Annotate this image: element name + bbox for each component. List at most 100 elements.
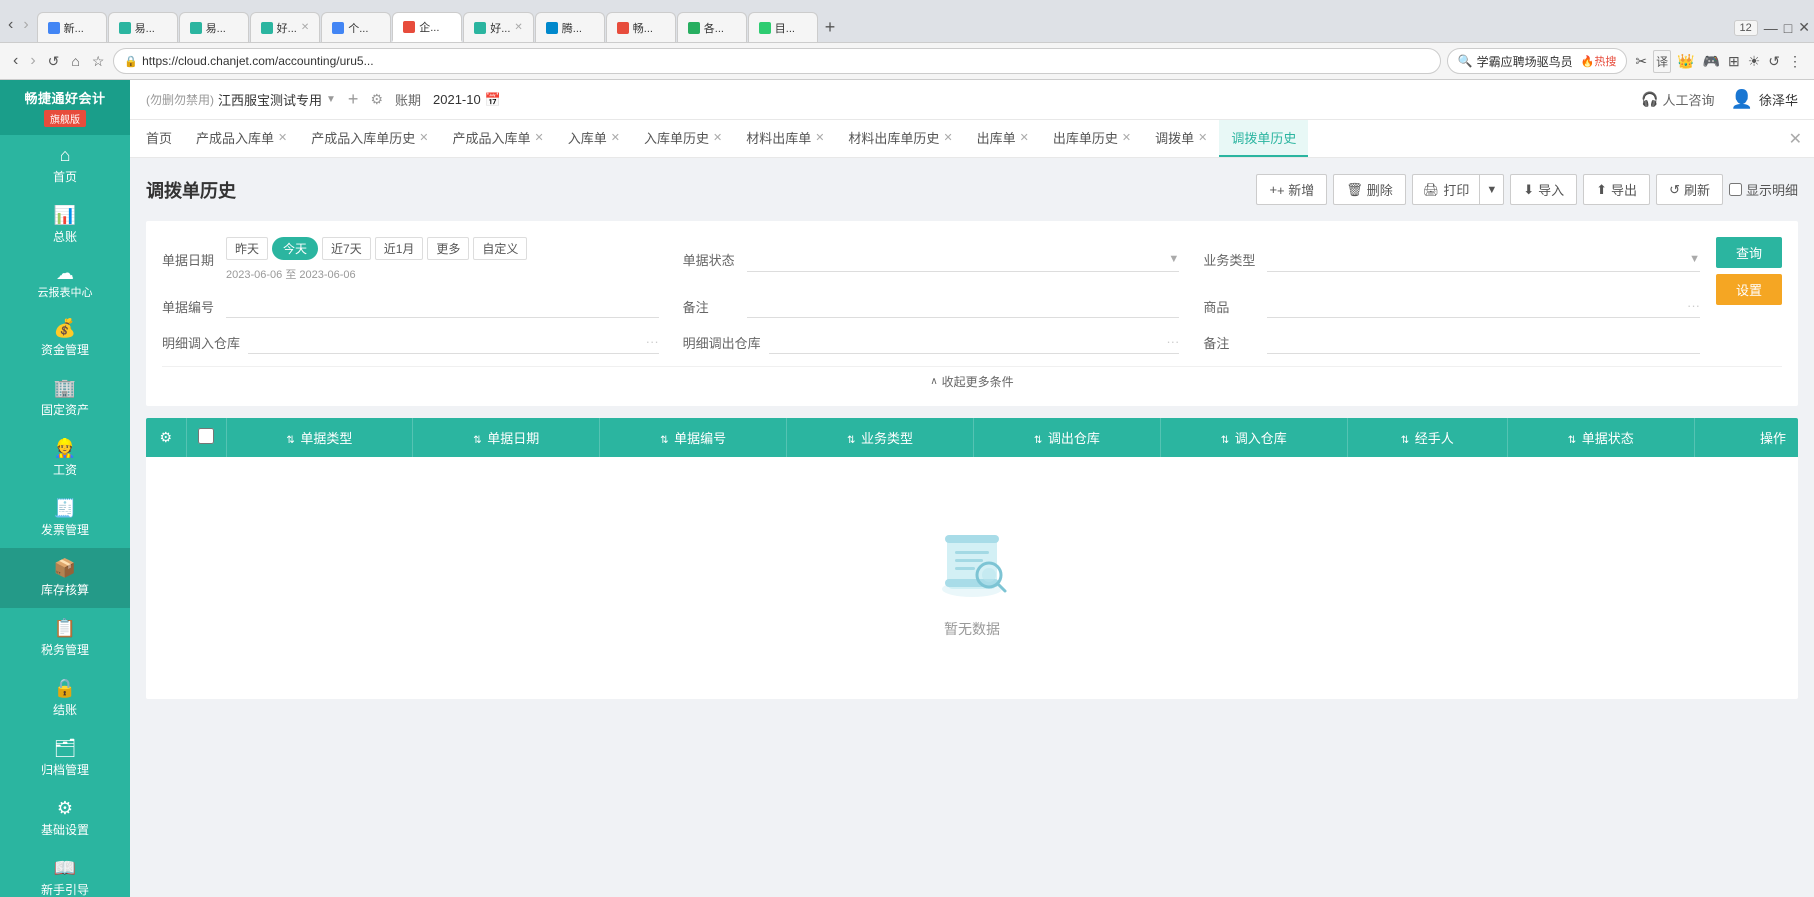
more-icon[interactable]: ⋮ (1786, 51, 1804, 72)
tab-close-out-order[interactable]: ✕ (1020, 131, 1029, 144)
tab-material-out[interactable]: 材料出库单 ✕ (734, 120, 836, 157)
remark-input[interactable] (747, 294, 1180, 318)
browser-tab-1[interactable]: 新... (37, 12, 107, 42)
sidebar-item-salary[interactable]: 👷 工资 (0, 428, 130, 488)
grid-icon[interactable]: ⊞ (1726, 51, 1742, 72)
warehouse-in-more-icon[interactable]: ··· (646, 334, 659, 349)
tab-out-history[interactable]: 出库单历史 ✕ (1041, 120, 1143, 157)
import-button[interactable]: ⬇ 导入 (1510, 174, 1577, 205)
date-1month-button[interactable]: 近1月 (375, 237, 424, 260)
tab-transfer[interactable]: 调拨单 ✕ (1143, 120, 1219, 157)
browser-tab-11[interactable]: 目... (748, 12, 818, 42)
theme-icon[interactable]: ☀ (1746, 51, 1763, 72)
back-button[interactable]: ‹ (4, 14, 17, 36)
tab-product-in[interactable]: 产成品入库单 ✕ (184, 120, 299, 157)
tab-close-transfer[interactable]: ✕ (1198, 131, 1207, 144)
warehouse-in-input[interactable] (248, 330, 646, 353)
th-no[interactable]: ⇅ 单据编号 (600, 418, 787, 457)
tab-close-product-in-history[interactable]: ✕ (419, 131, 428, 144)
date-7days-button[interactable]: 近7天 (322, 237, 371, 260)
browser-tab-5[interactable]: 个... (321, 12, 391, 42)
browser-tab-3[interactable]: 易... (179, 12, 249, 42)
tab-close-in-history[interactable]: ✕ (713, 131, 722, 144)
extension-icon-1[interactable]: 👑 (1675, 51, 1696, 72)
sidebar-item-home[interactable]: ⌂ 首页 (0, 135, 130, 195)
th-biztype[interactable]: ⇅ 业务类型 (787, 418, 974, 457)
display-detail-checkbox[interactable] (1729, 183, 1742, 196)
sidebar-item-capital[interactable]: 💰 资金管理 (0, 308, 130, 368)
tab-in-history[interactable]: 入库单历史 ✕ (632, 120, 734, 157)
browser-tab-10[interactable]: 各... (677, 12, 747, 42)
th-in-warehouse[interactable]: ⇅ 调入仓库 (1160, 418, 1347, 457)
status-select[interactable] (747, 248, 1169, 271)
print-button[interactable]: 🖨 打印 (1413, 175, 1481, 204)
filter-settings-button[interactable]: 设置 (1716, 274, 1782, 305)
company-selector[interactable]: (勿删勿禁用) 江西服宝测试专用 ▼ (146, 90, 336, 109)
back-nav-button[interactable]: ‹ (10, 49, 21, 73)
refresh-button[interactable]: ↺ 刷新 (1656, 174, 1723, 205)
period-value[interactable]: 2021-10 📅 (433, 92, 501, 108)
tab-close-product-in[interactable]: ✕ (278, 131, 287, 144)
export-button[interactable]: ⬆ 导出 (1583, 174, 1650, 205)
date-yesterday-button[interactable]: 昨天 (226, 237, 268, 260)
minimize-button[interactable]: — (1764, 20, 1778, 36)
reload-button[interactable]: ↺ (45, 50, 63, 73)
sidebar-item-tax[interactable]: 📋 税务管理 (0, 608, 130, 668)
sidebar-item-settings[interactable]: ⚙ 基础设置 (0, 788, 130, 848)
select-all-checkbox[interactable] (198, 428, 214, 444)
biztype-select[interactable] (1267, 248, 1689, 271)
sidebar-item-closing[interactable]: 🔒 结账 (0, 668, 130, 728)
forward-button[interactable]: › (19, 14, 32, 36)
gear-icon[interactable]: ⚙ (159, 429, 172, 445)
browser-tab-8[interactable]: 腾... (535, 12, 605, 42)
tab-material-out-history[interactable]: 材料出库单历史 ✕ (836, 120, 964, 157)
tab-close-7[interactable]: ✕ (514, 22, 522, 33)
home-nav-button[interactable]: ⌂ (68, 50, 82, 72)
tab-close-4[interactable]: ✕ (301, 22, 309, 33)
browser-tab-9[interactable]: 畅... (606, 12, 676, 42)
order-no-input[interactable] (226, 294, 659, 318)
th-date[interactable]: ⇅ 单据日期 (413, 418, 600, 457)
close-window-button[interactable]: ✕ (1798, 19, 1810, 36)
query-button[interactable]: 查询 (1716, 237, 1782, 268)
maximize-button[interactable]: □ (1784, 20, 1792, 36)
tab-close-material-out[interactable]: ✕ (815, 131, 824, 144)
note-input[interactable] (1267, 330, 1700, 354)
translate-icon[interactable]: 译 (1653, 50, 1671, 73)
tab-out-order[interactable]: 出库单 ✕ (965, 120, 1041, 157)
tab-home[interactable]: 首页 (134, 120, 184, 157)
delete-button[interactable]: 🗑 删除 (1333, 174, 1406, 205)
goods-more-icon[interactable]: ··· (1687, 298, 1700, 313)
tab-in-order[interactable]: 入库单 ✕ (556, 120, 632, 157)
sidebar-item-reports[interactable]: ☁ 云报表中心 (0, 255, 130, 308)
tab-close-product-in2[interactable]: ✕ (535, 131, 544, 144)
sidebar-item-guide[interactable]: 📖 新手引导 (0, 848, 130, 897)
bookmark-button[interactable]: ☆ (89, 50, 108, 73)
browser-tab-6[interactable]: 企... (392, 12, 462, 42)
date-custom-button[interactable]: 自定义 (473, 237, 527, 260)
th-status[interactable]: ⇅ 单据状态 (1507, 418, 1694, 457)
sidebar-item-archive[interactable]: 🗂 归档管理 (0, 728, 130, 788)
search-bar[interactable]: 🔍 学霸应聘场驱鸟员 🔥热搜 (1447, 48, 1628, 74)
new-button[interactable]: + + 新增 (1256, 174, 1327, 205)
support-button[interactable]: 🎧 人工咨询 (1641, 90, 1714, 109)
th-gear[interactable]: ⚙ (146, 418, 186, 457)
manage-company-button[interactable]: ⚙ (370, 91, 383, 108)
tab-transfer-history[interactable]: 调拨单历史 (1219, 120, 1308, 157)
browser-tab-7[interactable]: 好... ✕ (463, 12, 534, 42)
goods-input[interactable] (1267, 294, 1687, 317)
date-more-button[interactable]: 更多 (427, 237, 469, 260)
print-dropdown-button[interactable]: ▼ (1480, 179, 1503, 201)
cut-icon[interactable]: ✂ (1633, 51, 1649, 72)
sidebar-item-invoice[interactable]: 🧾 发票管理 (0, 488, 130, 548)
browser-tab-2[interactable]: 易... (108, 12, 178, 42)
warehouse-out-input[interactable] (769, 330, 1167, 353)
sidebar-item-inventory[interactable]: 📦 库存核算 (0, 548, 130, 608)
user-info[interactable]: 👤 徐泽华 (1731, 89, 1798, 110)
browser-tab-4[interactable]: 好... ✕ (250, 12, 321, 42)
tab-product-in2[interactable]: 产成品入库单 ✕ (440, 120, 555, 157)
extension-icon-2[interactable]: 🎮 (1701, 51, 1722, 72)
add-company-button[interactable]: + (348, 89, 359, 110)
tab-close-in-order[interactable]: ✕ (611, 131, 620, 144)
th-type[interactable]: ⇅ 单据类型 (226, 418, 413, 457)
